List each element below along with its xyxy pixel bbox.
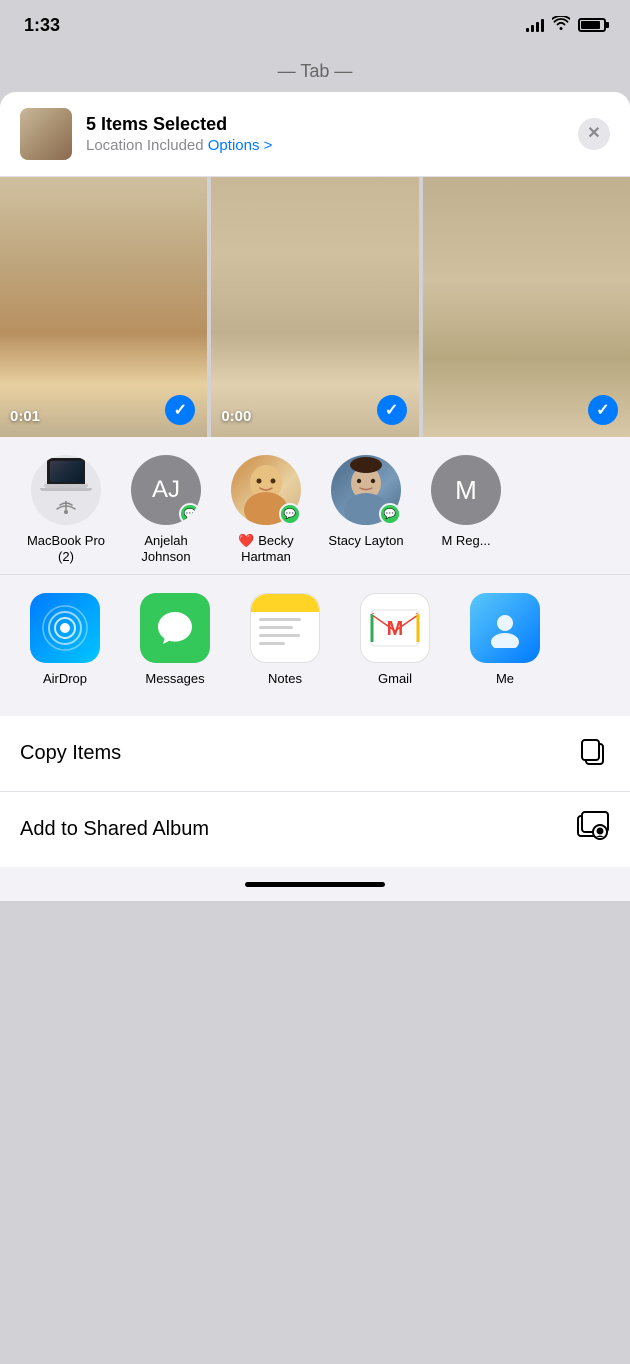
- photo-check-3[interactable]: ✓: [588, 395, 618, 425]
- photo-item-2[interactable]: 0:00 ✓: [211, 177, 418, 437]
- contact-avatar-mreg: M: [431, 455, 501, 525]
- contact-avatar-wrapper-stacy: 💬: [331, 455, 401, 525]
- message-badge-becky: 💬: [279, 503, 301, 525]
- options-link[interactable]: Options >: [208, 137, 273, 154]
- apps-scroll: AirDrop Messages: [0, 589, 630, 690]
- app-notes[interactable]: Notes: [230, 589, 340, 690]
- app-messages[interactable]: Messages: [120, 589, 230, 690]
- close-button[interactable]: ✕: [578, 118, 610, 150]
- checkmark-icon-1: ✓: [174, 400, 187, 420]
- contact-avatar-anjelah: AJ 💬: [131, 455, 201, 525]
- gmail-icon: M: [360, 593, 430, 663]
- messages-label: Messages: [145, 671, 204, 686]
- status-icons: [526, 16, 606, 34]
- svg-text:M: M: [387, 618, 404, 640]
- contact-name-anjelah: Anjelah Johnson: [124, 533, 208, 564]
- message-badge-stacy: 💬: [379, 503, 401, 525]
- checkmark-icon-3: ✓: [596, 400, 609, 420]
- contact-macbook[interactable]: MacBook Pro (2): [16, 455, 116, 564]
- selected-thumbnail: [20, 108, 72, 160]
- contact-anjelah[interactable]: AJ 💬 Anjelah Johnson: [116, 455, 216, 564]
- close-icon: ✕: [587, 126, 600, 142]
- copy-icon: [578, 734, 610, 773]
- copy-items-action[interactable]: Copy Items: [0, 716, 630, 792]
- background-content: — Tab —: [0, 50, 630, 92]
- photo-duration-2: 0:00: [221, 408, 251, 425]
- contact-name-mreg: M Reg...: [441, 533, 490, 549]
- contact-mreg[interactable]: M M Reg...: [416, 455, 516, 564]
- share-sheet: 5 Items Selected Location Included Optio…: [0, 92, 630, 901]
- airdrop-label: AirDrop: [43, 671, 87, 686]
- airdrop-icon: [30, 593, 100, 663]
- app-gmail[interactable]: M Gmail: [340, 589, 450, 690]
- status-bar: 1:33: [0, 0, 630, 50]
- macbook-icon: [40, 458, 92, 522]
- me-icon: [470, 593, 540, 663]
- contact-becky[interactable]: 💬 ❤️ Becky Hartman: [216, 455, 316, 564]
- me-label: Me: [496, 671, 514, 686]
- notes-label: Notes: [268, 671, 302, 686]
- message-badge-icon-stacy: 💬: [384, 509, 396, 520]
- messages-icon: [140, 593, 210, 663]
- home-bar: [245, 882, 385, 887]
- contact-name-becky: ❤️ Becky Hartman: [224, 533, 308, 564]
- photo-item-3[interactable]: ✓: [423, 177, 630, 437]
- share-header: 5 Items Selected Location Included Optio…: [0, 92, 630, 177]
- add-shared-album-label: Add to Shared Album: [20, 818, 209, 841]
- message-badge-anjelah: 💬: [179, 503, 201, 525]
- photo-duration-1: 0:01: [10, 408, 40, 425]
- photo-strip: 0:01 ✓ 0:00 ✓ ✓: [0, 177, 630, 437]
- location-subtitle: Location Included Options >: [86, 137, 564, 154]
- checkmark-icon-2: ✓: [385, 400, 398, 420]
- contact-name-stacy: Stacy Layton: [328, 533, 403, 549]
- contact-stacy[interactable]: 💬 Stacy Layton: [316, 455, 416, 564]
- items-selected-title: 5 Items Selected: [86, 114, 564, 135]
- wifi-icon: [552, 16, 570, 34]
- home-indicator: [0, 867, 630, 901]
- battery-icon: [578, 18, 606, 32]
- actions-section: Copy Items Add to Shared Album: [0, 716, 630, 867]
- contacts-section: MacBook Pro (2) AJ 💬 Anjelah Johnson: [0, 437, 630, 574]
- contacts-scroll: MacBook Pro (2) AJ 💬 Anjelah Johnson: [0, 455, 630, 564]
- notes-icon: [250, 593, 320, 663]
- contact-initials-anjelah: AJ: [152, 476, 180, 504]
- message-badge-icon: 💬: [184, 509, 196, 520]
- shared-album-icon: [576, 810, 610, 849]
- contact-initials-mreg: M: [455, 475, 477, 506]
- copy-items-label: Copy Items: [20, 742, 121, 765]
- contact-avatar-wrapper-becky: 💬: [231, 455, 301, 525]
- contact-name-macbook: MacBook Pro (2): [24, 533, 108, 564]
- app-airdrop[interactable]: AirDrop: [10, 589, 120, 690]
- photo-item-1[interactable]: 0:01 ✓: [0, 177, 207, 437]
- add-shared-album-action[interactable]: Add to Shared Album: [0, 792, 630, 867]
- header-text: 5 Items Selected Location Included Optio…: [86, 114, 564, 154]
- contact-avatar-macbook: [31, 455, 101, 525]
- apps-section: AirDrop Messages: [0, 574, 630, 706]
- signal-icon: [526, 18, 544, 32]
- app-me[interactable]: Me: [450, 589, 560, 690]
- photo-check-2[interactable]: ✓: [377, 395, 407, 425]
- location-label: Location Included: [86, 137, 204, 154]
- status-time: 1:33: [24, 15, 60, 36]
- message-badge-icon-becky: 💬: [284, 509, 296, 520]
- gmail-label: Gmail: [378, 671, 412, 686]
